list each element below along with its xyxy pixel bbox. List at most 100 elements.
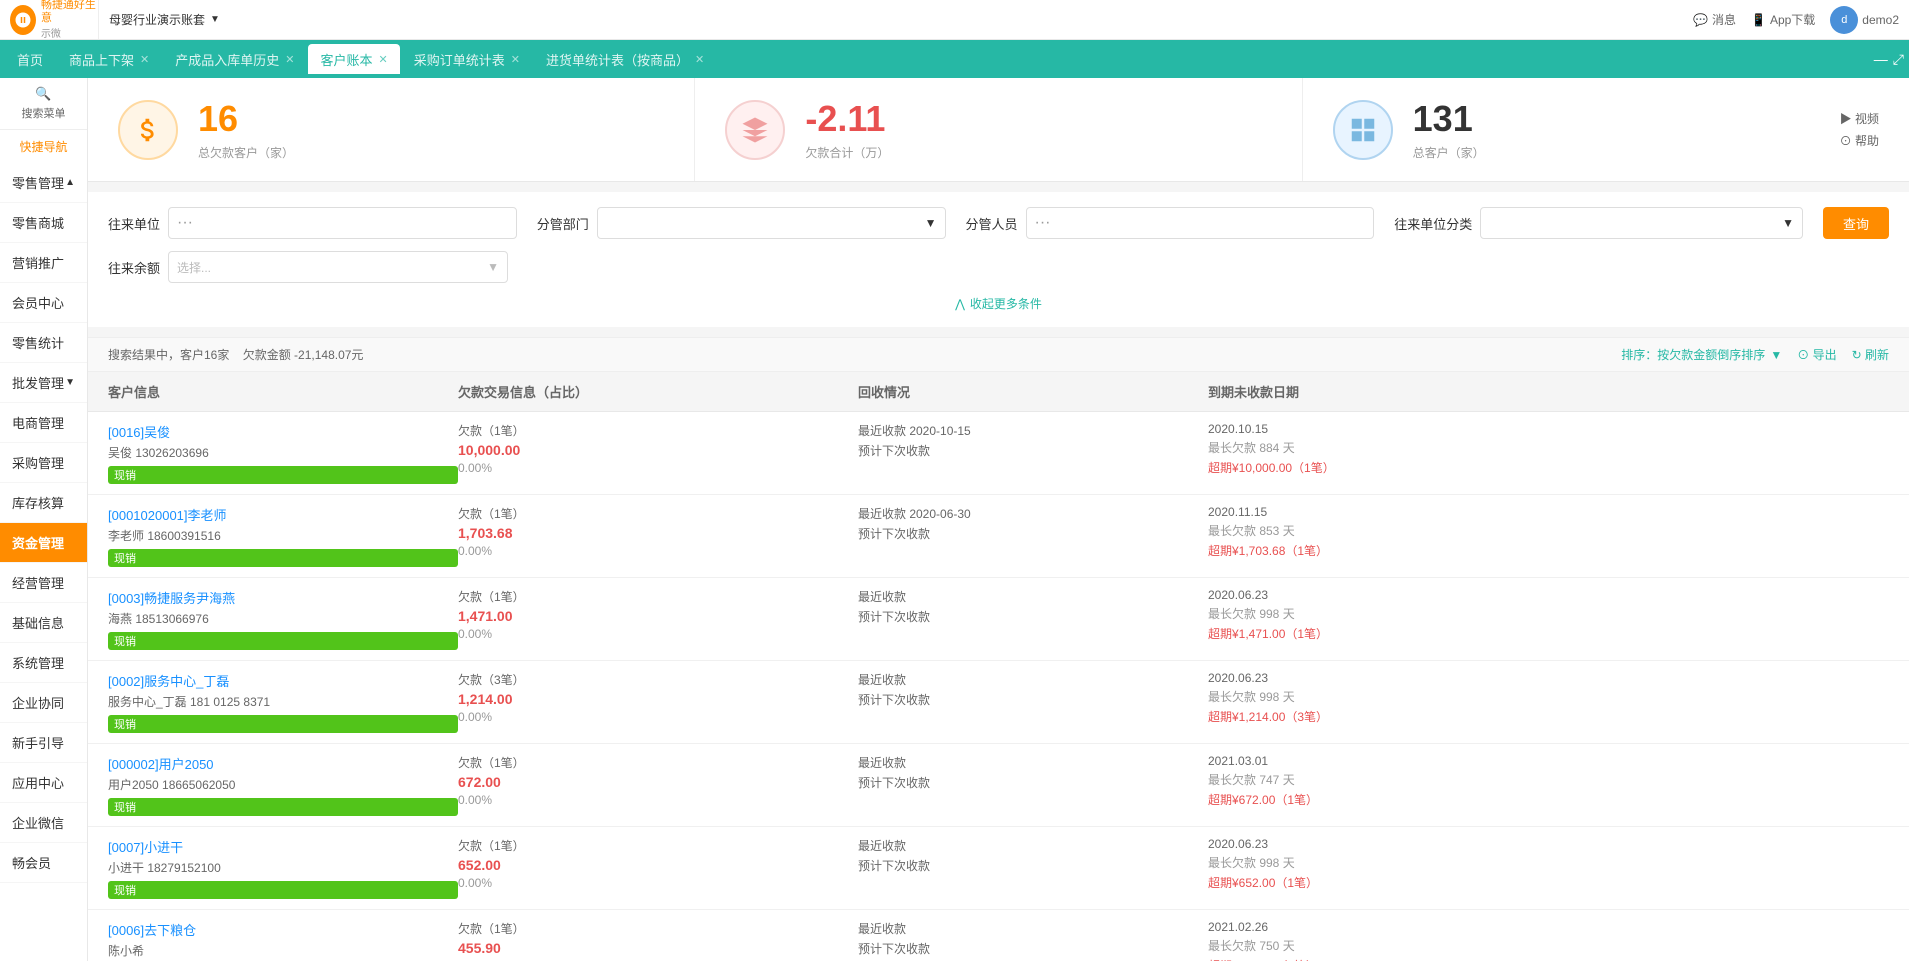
content-area: 16 总欠款客户（家） -2.11 欠款合计（万） — [88, 78, 1909, 961]
logo-icon — [10, 5, 36, 35]
stat-overdue-customers: 16 总欠款客户（家） — [88, 78, 695, 181]
balance-placeholder: 选择... — [177, 259, 211, 276]
table-row: [0001020001]李老师 李老师 18600391516 现销 欠款（1笔… — [88, 495, 1909, 578]
overdue-link-5[interactable]: 超期¥672.00（1笔） — [1208, 791, 1889, 808]
play-icon: ▶ — [1840, 112, 1852, 126]
overdue-link-4[interactable]: 超期¥1,214.00（3笔） — [1208, 708, 1889, 725]
store-selector[interactable]: 母婴行业演示账套 ▼ — [98, 0, 235, 39]
user-menu[interactable]: d demo2 — [1830, 6, 1899, 34]
overdue-link-3[interactable]: 超期¥1,471.00（1笔） — [1208, 625, 1889, 642]
app-download-button[interactable]: 📱 App下载 — [1751, 11, 1815, 28]
sidebar-item-marketing[interactable]: 营销推广 — [0, 243, 87, 283]
stat-amount-text: -2.11 欠款合计（万） — [805, 98, 889, 161]
stat-amount-label: 欠款合计（万） — [805, 144, 889, 161]
overdue-link-6[interactable]: 超期¥652.00（1笔） — [1208, 874, 1889, 891]
tab-products[interactable]: 商品上下架 ✕ — [57, 44, 161, 74]
sidebar-item-basic[interactable]: 基础信息 — [0, 603, 87, 643]
sidebar-item-operations[interactable]: 经营管理 — [0, 563, 87, 603]
sidebar-item-system[interactable]: 系统管理 — [0, 643, 87, 683]
overdue-link-7[interactable]: 超期¥455.90（1笔） — [1208, 957, 1889, 961]
sidebar-item-vip[interactable]: 畅会员 — [0, 843, 87, 883]
balance-select[interactable]: 选择... ▼ — [168, 251, 508, 283]
tab-stock-history[interactable]: 产成品入库单历史 ✕ — [163, 44, 306, 74]
tab-minimize-icon[interactable]: — — [1874, 51, 1888, 68]
tab-close-purchase[interactable]: ✕ — [511, 53, 520, 66]
sort-label: 排序：按欠款金额倒序排序 — [1621, 346, 1765, 363]
tab-maximize-icon[interactable]: ⤢ — [1893, 51, 1904, 68]
stat-overdue-text: 16 总欠款客户（家） — [198, 98, 294, 161]
sidebar-item-enterprise-collab[interactable]: 企业协同 — [0, 683, 87, 723]
tab-stock-stats[interactable]: 进货单统计表（按商品） ✕ — [534, 44, 716, 74]
overdue-link-1[interactable]: 超期¥10,000.00（1笔） — [1208, 459, 1889, 476]
chevron-down-icon-cat: ▼ — [1782, 216, 1794, 230]
source-category-dropdown[interactable]: ▼ — [1480, 207, 1803, 239]
debt-info-5: 欠款（1笔） 672.00 0.00% — [458, 754, 858, 807]
customer-phone-3: 海燕 18513066976 — [108, 610, 458, 627]
stat-overdue-label: 总欠款客户（家） — [198, 144, 294, 161]
overdue-info-5: 2021.03.01 最长欠款 747 天 超期¥672.00（1笔） — [1208, 754, 1889, 808]
sidebar-item-purchase[interactable]: 采购管理 — [0, 443, 87, 483]
collapse-button[interactable]: ⋀ 收起更多条件 — [108, 295, 1889, 312]
customer-name-4[interactable]: [0002]服务中心_丁磊 — [108, 671, 458, 690]
sidebar-item-enterprise-wechat[interactable]: 企业微信 — [0, 803, 87, 843]
filter-balance: 往来余额 选择... ▼ — [108, 251, 508, 283]
collapse-label: 收起更多条件 — [970, 295, 1042, 312]
overdue-link-2[interactable]: 超期¥1,703.68（1笔） — [1208, 542, 1889, 559]
customer-name-1[interactable]: [0016]吴俊 — [108, 422, 458, 441]
help-button[interactable]: ⊙ 帮助 — [1840, 132, 1879, 149]
tab-purchase-orders[interactable]: 采购订单统计表 ✕ — [402, 44, 532, 74]
debt-info-6: 欠款（1笔） 652.00 0.00% — [458, 837, 858, 890]
logo-text: 畅捷通好生意 — [41, 0, 98, 25]
filter-row-1: 往来单位 ··· 分管部门 ▼ 分管人员 — [108, 207, 1889, 239]
sidebar-item-finance[interactable]: 资金管理 — [0, 523, 87, 563]
sidebar-item-batch-mgmt[interactable]: 批发管理 ▼ — [0, 363, 87, 403]
customer-name-7[interactable]: [0006]去下粮仓 — [108, 920, 458, 939]
user-name: demo2 — [1862, 13, 1899, 27]
chevron-down-icon-sort: ▼ — [1770, 348, 1782, 362]
sidebar-item-ecommerce[interactable]: 电商管理 — [0, 403, 87, 443]
customer-phone-4: 服务中心_丁磊 181 0125 8371 — [108, 693, 458, 710]
source-unit-input[interactable]: ··· — [168, 207, 517, 239]
customer-name-2[interactable]: [0001020001]李老师 — [108, 505, 458, 524]
sidebar-item-app-center[interactable]: 应用中心 — [0, 763, 87, 803]
customer-name-5[interactable]: [000002]用户2050 — [108, 754, 458, 773]
customer-name-3[interactable]: [0003]畅捷服务尹海燕 — [108, 588, 458, 607]
tab-close-stock-stats[interactable]: ✕ — [695, 53, 704, 66]
tab-close-account[interactable]: ✕ — [379, 53, 388, 66]
search-menu-button[interactable]: 🔍 搜索菜单 — [0, 78, 87, 130]
video-button[interactable]: ▶ 视频 — [1840, 110, 1879, 127]
refresh-button[interactable]: ↻ 刷新 — [1852, 346, 1889, 363]
tab-close-stock[interactable]: ✕ — [285, 53, 294, 66]
sidebar-item-retail-store[interactable]: 零售商城 — [0, 203, 87, 243]
message-button[interactable]: 💬 消息 — [1693, 11, 1736, 28]
app-container: 畅捷通好生意 示微 母婴行业演示账套 ▼ 💬 消息 📱 App下载 d demo… — [0, 0, 1909, 961]
recovery-info-2: 最近收款 2020-06-30 预计下次收款 — [858, 505, 1208, 542]
collapse-icon: ⋀ — [955, 297, 965, 311]
chevron-down-icon-dept: ▼ — [925, 216, 937, 230]
manager-input[interactable]: ··· — [1026, 207, 1375, 239]
sidebar-item-newbie[interactable]: 新手引导 — [0, 723, 87, 763]
debt-info-2: 欠款（1笔） 1,703.68 0.00% — [458, 505, 858, 558]
overdue-info-6: 2020.06.23 最长欠款 998 天 超期¥652.00（1笔） — [1208, 837, 1889, 891]
stat-total-value: 131 — [1413, 98, 1485, 140]
tab-home[interactable]: 首页 — [5, 44, 55, 74]
sidebar-item-stock-calc[interactable]: 库存核算 — [0, 483, 87, 523]
recovery-info-3: 最近收款 预计下次收款 — [858, 588, 1208, 625]
customer-info-6: [0007]小进干 小进干 18279152100 现销 — [108, 837, 458, 899]
sidebar-item-retail-mgmt[interactable]: 零售管理 ▲ — [0, 163, 87, 203]
dept-dropdown[interactable]: ▼ — [597, 207, 946, 239]
sort-dropdown[interactable]: 排序：按欠款金额倒序排序 ▼ — [1621, 346, 1782, 363]
logo-badge: 示微 — [41, 25, 98, 40]
chevron-down-icon: ▼ — [210, 14, 220, 25]
sidebar-item-membership[interactable]: 会员中心 — [0, 283, 87, 323]
sidebar-item-retail-stats[interactable]: 零售统计 — [0, 323, 87, 363]
search-button[interactable]: 查询 — [1823, 207, 1889, 239]
export-button[interactable]: ⊙ 导出 — [1797, 346, 1836, 363]
customer-name-6[interactable]: [0007]小进干 — [108, 837, 458, 856]
tab-close-products[interactable]: ✕ — [140, 53, 149, 66]
tab-customer-account[interactable]: 客户账本 ✕ — [308, 44, 399, 74]
quick-nav-button[interactable]: 快捷导航 — [0, 130, 87, 163]
message-icon: 💬 — [1693, 13, 1708, 27]
overdue-info-3: 2020.06.23 最长欠款 998 天 超期¥1,471.00（1笔） — [1208, 588, 1889, 642]
stat-total-customers: 131 总客户（家） ▶ 视频 ⊙ 帮助 — [1303, 78, 1909, 181]
